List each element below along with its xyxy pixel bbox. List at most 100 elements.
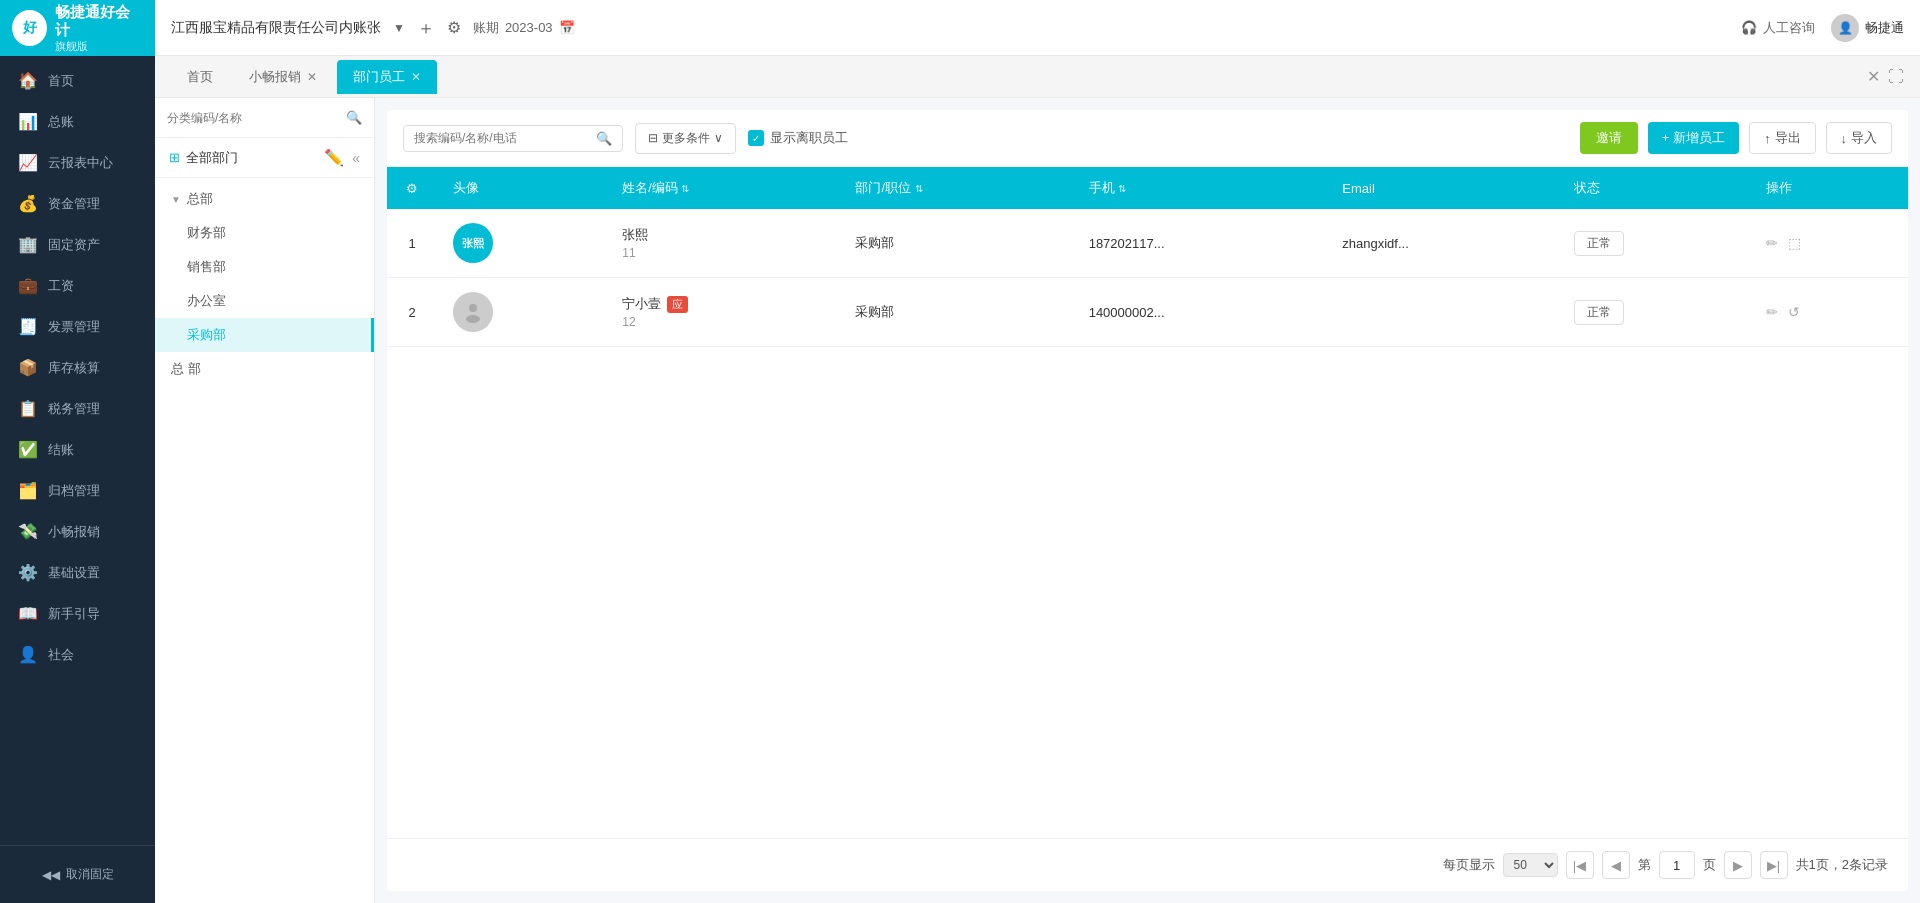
first-page-button[interactable]: |◀: [1566, 851, 1594, 879]
next-page-button[interactable]: ▶: [1724, 851, 1752, 879]
company-dropdown-icon[interactable]: ▼: [393, 21, 405, 35]
show-resigned-checkbox-label[interactable]: ✓ 显示离职员工: [748, 129, 848, 147]
sidebar-item-finance[interactable]: 💰 资金管理: [0, 183, 155, 224]
sidebar-item-invoice[interactable]: 🧾 发票管理: [0, 306, 155, 347]
employee-search-icon[interactable]: 🔍: [596, 131, 612, 146]
dept-item-general[interactable]: 总 部: [155, 352, 374, 386]
tab-maximize-button[interactable]: ⛶: [1888, 67, 1904, 86]
table-settings-icon[interactable]: ⚙: [406, 181, 418, 196]
show-resigned-label: 显示离职员工: [770, 129, 848, 147]
row2-phone: 140000002...: [1073, 278, 1327, 347]
cancel-fixed-button[interactable]: ◀◀ 取消固定: [0, 856, 155, 893]
logo-icon: 好: [12, 10, 47, 46]
svg-point-1: [466, 315, 480, 323]
dept-search-area: 🔍: [155, 98, 374, 138]
row1-edit-icon[interactable]: ✏: [1766, 235, 1778, 251]
sidebar-label-social: 社会: [48, 646, 74, 664]
sidebar-item-archive[interactable]: 🗂️ 归档管理: [0, 470, 155, 511]
dept-item-office[interactable]: 办公室: [155, 284, 374, 318]
dept-search-input[interactable]: [167, 111, 338, 125]
th-settings: ⚙: [387, 167, 437, 209]
sidebar-item-home[interactable]: 🏠 首页: [0, 60, 155, 101]
service-button[interactable]: 🎧 人工咨询: [1741, 19, 1815, 37]
settings-icon: ⚙️: [18, 563, 38, 582]
expense-icon: 💸: [18, 522, 38, 541]
sidebar-item-settings[interactable]: ⚙️ 基础设置: [0, 552, 155, 593]
th-phone-label: 手机: [1089, 180, 1119, 195]
sidebar-item-expense[interactable]: 💸 小畅报销: [0, 511, 155, 552]
import-button[interactable]: ↓ 导入: [1826, 122, 1893, 154]
row2-name: 宁小壹 应: [622, 295, 823, 313]
archive-icon: 🗂️: [18, 481, 38, 500]
prev-page-button[interactable]: ◀: [1602, 851, 1630, 879]
main-area: 江西服宝精品有限责任公司内账张 ▼ ＋ ⚙ 账期 2023-03 📅 🎧 人工咨…: [155, 0, 1920, 903]
topbar: 江西服宝精品有限责任公司内账张 ▼ ＋ ⚙ 账期 2023-03 📅 🎧 人工咨…: [155, 0, 1920, 56]
dept-collapse-icon[interactable]: «: [352, 150, 360, 166]
grid-icon: ⊞: [169, 150, 180, 165]
tab-expense[interactable]: 小畅报销 ✕: [233, 60, 333, 94]
sidebar-item-reports[interactable]: 📈 云报表中心: [0, 142, 155, 183]
export-button[interactable]: ↑ 导出: [1749, 122, 1816, 154]
add-employee-button[interactable]: + 新增员工: [1648, 122, 1739, 154]
content-area: 🔍 ⊞ 全部部门 ✏️ « ▼ 总部 财务部 销售部 办公室: [155, 98, 1920, 903]
sidebar-label-inventory: 库存核算: [48, 359, 100, 377]
sidebar-item-close[interactable]: ✅ 结账: [0, 429, 155, 470]
period-value: 2023-03: [505, 20, 553, 35]
th-name: 姓名/编码 ⇅: [606, 167, 839, 209]
dept-sort-icon[interactable]: ⇅: [915, 183, 923, 194]
dept-item-sales[interactable]: 销售部: [155, 250, 374, 284]
svg-point-0: [469, 304, 477, 312]
user-menu[interactable]: 👤 畅捷通: [1831, 14, 1904, 42]
user-avatar: 👤: [1831, 14, 1859, 42]
topbar-gear-icon[interactable]: ⚙: [447, 18, 461, 37]
sidebar-label-home: 首页: [48, 72, 74, 90]
th-phone: 手机 ⇅: [1073, 167, 1327, 209]
sidebar-item-salary[interactable]: 💼 工资: [0, 265, 155, 306]
social-icon: 👤: [18, 645, 38, 664]
all-dept-label-group: ⊞ 全部部门: [169, 149, 238, 167]
row1-action-icons: ✏ ⬚: [1766, 235, 1892, 251]
sidebar-item-ledger[interactable]: 📊 总账: [0, 101, 155, 142]
sidebar-item-tax[interactable]: 📋 税务管理: [0, 388, 155, 429]
dept-item-purchasing[interactable]: 采购部: [155, 318, 374, 352]
topbar-right: 🎧 人工咨询 👤 畅捷通: [1741, 14, 1904, 42]
row1-logout-icon[interactable]: ⬚: [1788, 235, 1801, 251]
row2-code: 12: [622, 315, 823, 329]
phone-sort-icon[interactable]: ⇅: [1118, 183, 1126, 194]
invite-button[interactable]: 邀请: [1580, 122, 1638, 154]
sidebar-item-guide[interactable]: 📖 新手引导: [0, 593, 155, 634]
dept-item-finance[interactable]: 财务部: [155, 216, 374, 250]
name-sort-icon[interactable]: ⇅: [681, 183, 689, 194]
topbar-add-button[interactable]: ＋: [417, 16, 435, 40]
employee-search-input[interactable]: [414, 131, 590, 145]
last-page-button[interactable]: ▶|: [1760, 851, 1788, 879]
sidebar-item-inventory[interactable]: 📦 库存核算: [0, 347, 155, 388]
show-resigned-checkbox[interactable]: ✓: [748, 130, 764, 146]
tab-department[interactable]: 部门员工 ✕: [337, 60, 437, 94]
row2-refresh-icon[interactable]: ↺: [1788, 304, 1800, 320]
th-status-label: 状态: [1574, 180, 1600, 195]
dept-search-icon[interactable]: 🔍: [346, 110, 362, 125]
sidebar-label-archive: 归档管理: [48, 482, 100, 500]
dept-item-headquarters[interactable]: ▼ 总部: [155, 182, 374, 216]
per-page-select[interactable]: 50 100 200: [1503, 853, 1558, 877]
salary-icon: 💼: [18, 276, 38, 295]
sidebar-item-assets[interactable]: 🏢 固定资产: [0, 224, 155, 265]
sidebar-item-social[interactable]: 👤 社会: [0, 634, 155, 675]
row2-status-badge: 正常: [1574, 300, 1624, 325]
pagination: 每页显示 50 100 200 |◀ ◀ 第 页 ▶ ▶| 共1页，2条记录: [387, 838, 1908, 891]
page-input[interactable]: [1659, 851, 1695, 879]
guide-icon: 📖: [18, 604, 38, 623]
tab-expense-close-icon[interactable]: ✕: [307, 70, 317, 84]
dept-edit-icon[interactable]: ✏️: [324, 148, 344, 167]
export-label: 导出: [1775, 129, 1801, 147]
row2-edit-icon[interactable]: ✏: [1766, 304, 1778, 320]
tab-home-label: 首页: [187, 68, 213, 86]
th-actions: 操作: [1750, 167, 1908, 209]
filter-button[interactable]: ⊟ 更多条件 ∨: [635, 123, 736, 154]
tab-home[interactable]: 首页: [171, 60, 229, 94]
tab-department-close-icon[interactable]: ✕: [411, 70, 421, 84]
sidebar-logo: 好 畅捷通好会计 旗舰版: [0, 0, 155, 56]
tab-close-button[interactable]: ✕: [1867, 67, 1880, 86]
calendar-icon[interactable]: 📅: [559, 20, 575, 35]
